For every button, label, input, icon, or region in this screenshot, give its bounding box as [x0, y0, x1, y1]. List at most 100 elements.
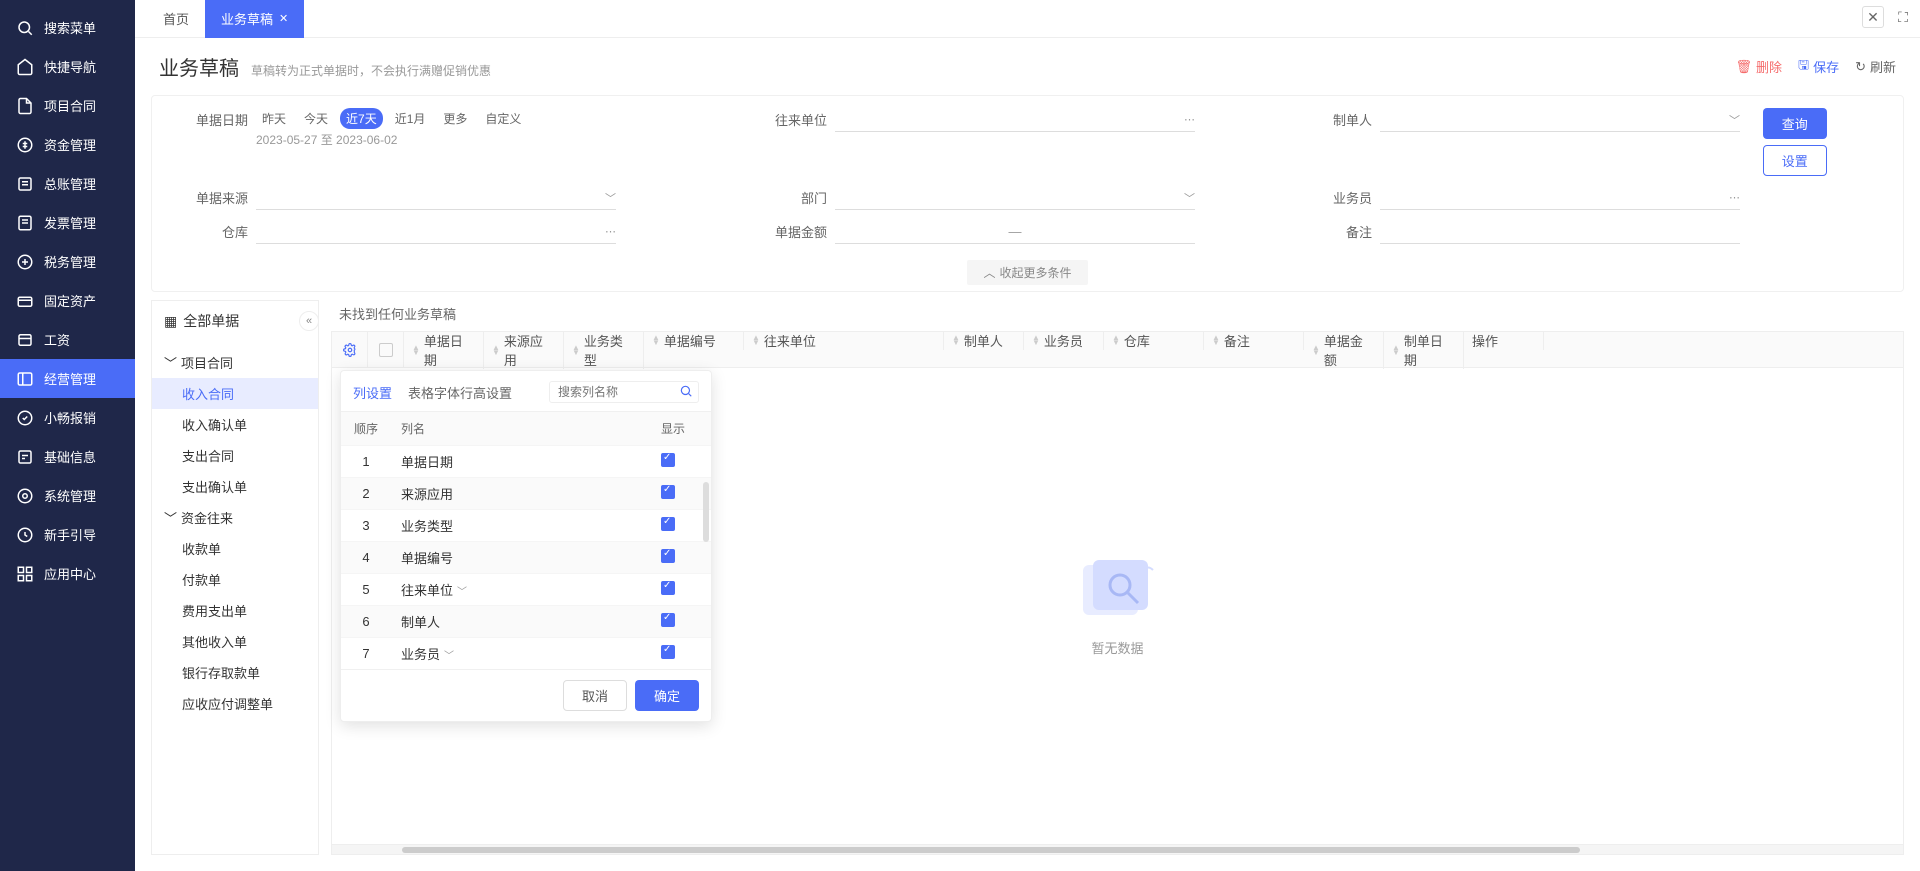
- chevron-down-icon: ﹀: [1184, 190, 1195, 206]
- clerk-input[interactable]: ⋯: [1380, 186, 1740, 210]
- sidebar-item-salary[interactable]: 工资: [0, 320, 135, 359]
- tree-item[interactable]: 收入合同: [152, 378, 318, 409]
- sidebar-item-asset[interactable]: 固定资产: [0, 281, 135, 320]
- table-column-header[interactable]: ▲▼业务员: [1024, 331, 1104, 350]
- table-column-header[interactable]: 操作: [1464, 331, 1544, 350]
- column-setting-row[interactable]: 3业务类型: [341, 509, 711, 541]
- sidebar-item-label: 小畅报销: [44, 408, 96, 427]
- table-column-header[interactable]: ▲▼单据金额: [1304, 331, 1384, 369]
- tree-item[interactable]: 银行存取款单: [152, 657, 318, 688]
- column-setting-row[interactable]: 2来源应用: [341, 477, 711, 509]
- column-setting-row[interactable]: 1单据日期: [341, 445, 711, 477]
- file-icon: [16, 97, 34, 115]
- horizontal-scrollbar[interactable]: [332, 844, 1903, 854]
- table-select-all[interactable]: [368, 332, 404, 367]
- date-chip[interactable]: 近7天: [340, 108, 383, 129]
- tree-item[interactable]: 付款单: [152, 564, 318, 595]
- table: ▲▼单据日期▲▼来源应用▲▼业务类型▲▼单据编号▲▼往来单位▲▼制单人▲▼业务员…: [331, 331, 1904, 855]
- checkbox[interactable]: [379, 343, 393, 357]
- show-checkbox[interactable]: [661, 613, 675, 627]
- show-checkbox[interactable]: [661, 581, 675, 595]
- tab-home[interactable]: 首页: [147, 0, 205, 38]
- show-checkbox[interactable]: [661, 453, 675, 467]
- chevron-up-icon: ︿: [983, 264, 995, 281]
- table-column-header[interactable]: ▲▼来源应用: [484, 331, 564, 369]
- partner-input[interactable]: ⋯: [835, 108, 1195, 132]
- creator-input[interactable]: ﹀: [1380, 108, 1740, 132]
- collapse-left-button[interactable]: «: [299, 311, 319, 331]
- popover-scrollbar[interactable]: [703, 482, 709, 542]
- show-checkbox[interactable]: [661, 549, 675, 563]
- dept-input[interactable]: ﹀: [835, 186, 1195, 210]
- tree-item[interactable]: 支出确认单: [152, 471, 318, 502]
- table-column-header[interactable]: ▲▼制单人: [944, 331, 1024, 350]
- date-chip[interactable]: 更多: [437, 108, 473, 129]
- warehouse-input[interactable]: ⋯: [256, 220, 616, 244]
- sidebar-item-invoice[interactable]: 发票管理: [0, 203, 135, 242]
- scroll-thumb[interactable]: [402, 847, 1580, 853]
- table-column-header[interactable]: ▲▼制单日期: [1384, 331, 1464, 369]
- tree-item[interactable]: 应收应付调整单: [152, 688, 318, 719]
- setting-button[interactable]: 设置: [1763, 145, 1827, 176]
- tree-item[interactable]: 收入确认单: [152, 409, 318, 440]
- date-chip[interactable]: 近1月: [389, 108, 432, 129]
- table-column-header[interactable]: ▲▼单据编号: [644, 331, 744, 350]
- sidebar-item-system[interactable]: 系统管理: [0, 476, 135, 515]
- save-action[interactable]: 🖫 保存: [1798, 56, 1839, 78]
- sidebar-item-info[interactable]: 基础信息: [0, 437, 135, 476]
- fullscreen-button[interactable]: ⛶: [1892, 6, 1914, 28]
- window-close-button[interactable]: ✕: [1862, 6, 1884, 28]
- popover-tab-font[interactable]: 表格字体行高设置: [408, 383, 512, 402]
- sidebar-item-home[interactable]: 快捷导航: [0, 47, 135, 86]
- close-icon[interactable]: ✕: [279, 12, 288, 25]
- date-chip[interactable]: 今天: [298, 108, 334, 129]
- tab-home-label: 首页: [163, 9, 189, 28]
- tree-group-funds[interactable]: ﹀ 资金往来: [152, 502, 318, 533]
- tree-group-project[interactable]: ﹀ 项目合同: [152, 347, 318, 378]
- refresh-action[interactable]: ↻ 刷新: [1855, 56, 1896, 78]
- column-setting-row[interactable]: 4单据编号: [341, 541, 711, 573]
- sidebar-item-tax[interactable]: 税务管理: [0, 242, 135, 281]
- search-column-input[interactable]: [549, 381, 699, 403]
- sidebar-item-ledger[interactable]: 总账管理: [0, 164, 135, 203]
- table-column-header[interactable]: ▲▼备注: [1204, 331, 1304, 350]
- table-column-header[interactable]: ▲▼单据日期: [404, 331, 484, 369]
- sidebar-item-apps[interactable]: 应用中心: [0, 554, 135, 593]
- collapse-toggle[interactable]: ︿ 收起更多条件: [967, 260, 1087, 285]
- remark-input[interactable]: [1380, 220, 1740, 244]
- sidebar-item-guide[interactable]: 新手引导: [0, 515, 135, 554]
- table-gear-button[interactable]: [332, 332, 368, 367]
- sidebar-item-reimburse[interactable]: 小畅报销: [0, 398, 135, 437]
- chevron-down-icon: ﹀: [605, 190, 616, 206]
- column-setting-row[interactable]: 5往来单位﹀: [341, 573, 711, 605]
- show-checkbox[interactable]: [661, 645, 675, 659]
- tree-item[interactable]: 支出合同: [152, 440, 318, 471]
- sidebar-item-money[interactable]: 资金管理: [0, 125, 135, 164]
- popover-tab-columns[interactable]: 列设置: [353, 383, 392, 402]
- show-checkbox[interactable]: [661, 517, 675, 531]
- column-setting-row[interactable]: 7业务员﹀: [341, 637, 711, 669]
- tree-item[interactable]: 其他收入单: [152, 626, 318, 657]
- row-name: 单据日期: [391, 446, 651, 477]
- bill-date-label: 单据日期: [176, 108, 248, 129]
- confirm-button[interactable]: 确定: [635, 680, 699, 711]
- column-setting-row[interactable]: 6制单人: [341, 605, 711, 637]
- table-column-header[interactable]: ▲▼往来单位: [744, 331, 944, 350]
- left-pane: ▦ 全部单据 « ﹀ 项目合同 收入合同收入确认单支出合同支出确认单 ﹀ 资金往…: [151, 300, 319, 855]
- date-chip[interactable]: 昨天: [256, 108, 292, 129]
- query-button[interactable]: 查询: [1763, 108, 1827, 139]
- table-column-header[interactable]: ▲▼业务类型: [564, 331, 644, 369]
- date-chip[interactable]: 自定义: [479, 108, 527, 129]
- tree-item[interactable]: 收款单: [152, 533, 318, 564]
- sidebar-item-search[interactable]: 搜索菜单: [0, 8, 135, 47]
- source-input[interactable]: ﹀: [256, 186, 616, 210]
- tree-item[interactable]: 费用支出单: [152, 595, 318, 626]
- sidebar-item-file[interactable]: 项目合同: [0, 86, 135, 125]
- table-column-header[interactable]: ▲▼仓库: [1104, 331, 1204, 350]
- sidebar-item-biz[interactable]: 经营管理: [0, 359, 135, 398]
- show-checkbox[interactable]: [661, 485, 675, 499]
- cancel-button[interactable]: 取消: [563, 680, 627, 711]
- tab-active[interactable]: 业务草稿 ✕: [205, 0, 304, 38]
- delete-action[interactable]: 🗑 删除: [1735, 56, 1782, 78]
- amount-input[interactable]: —: [835, 220, 1195, 244]
